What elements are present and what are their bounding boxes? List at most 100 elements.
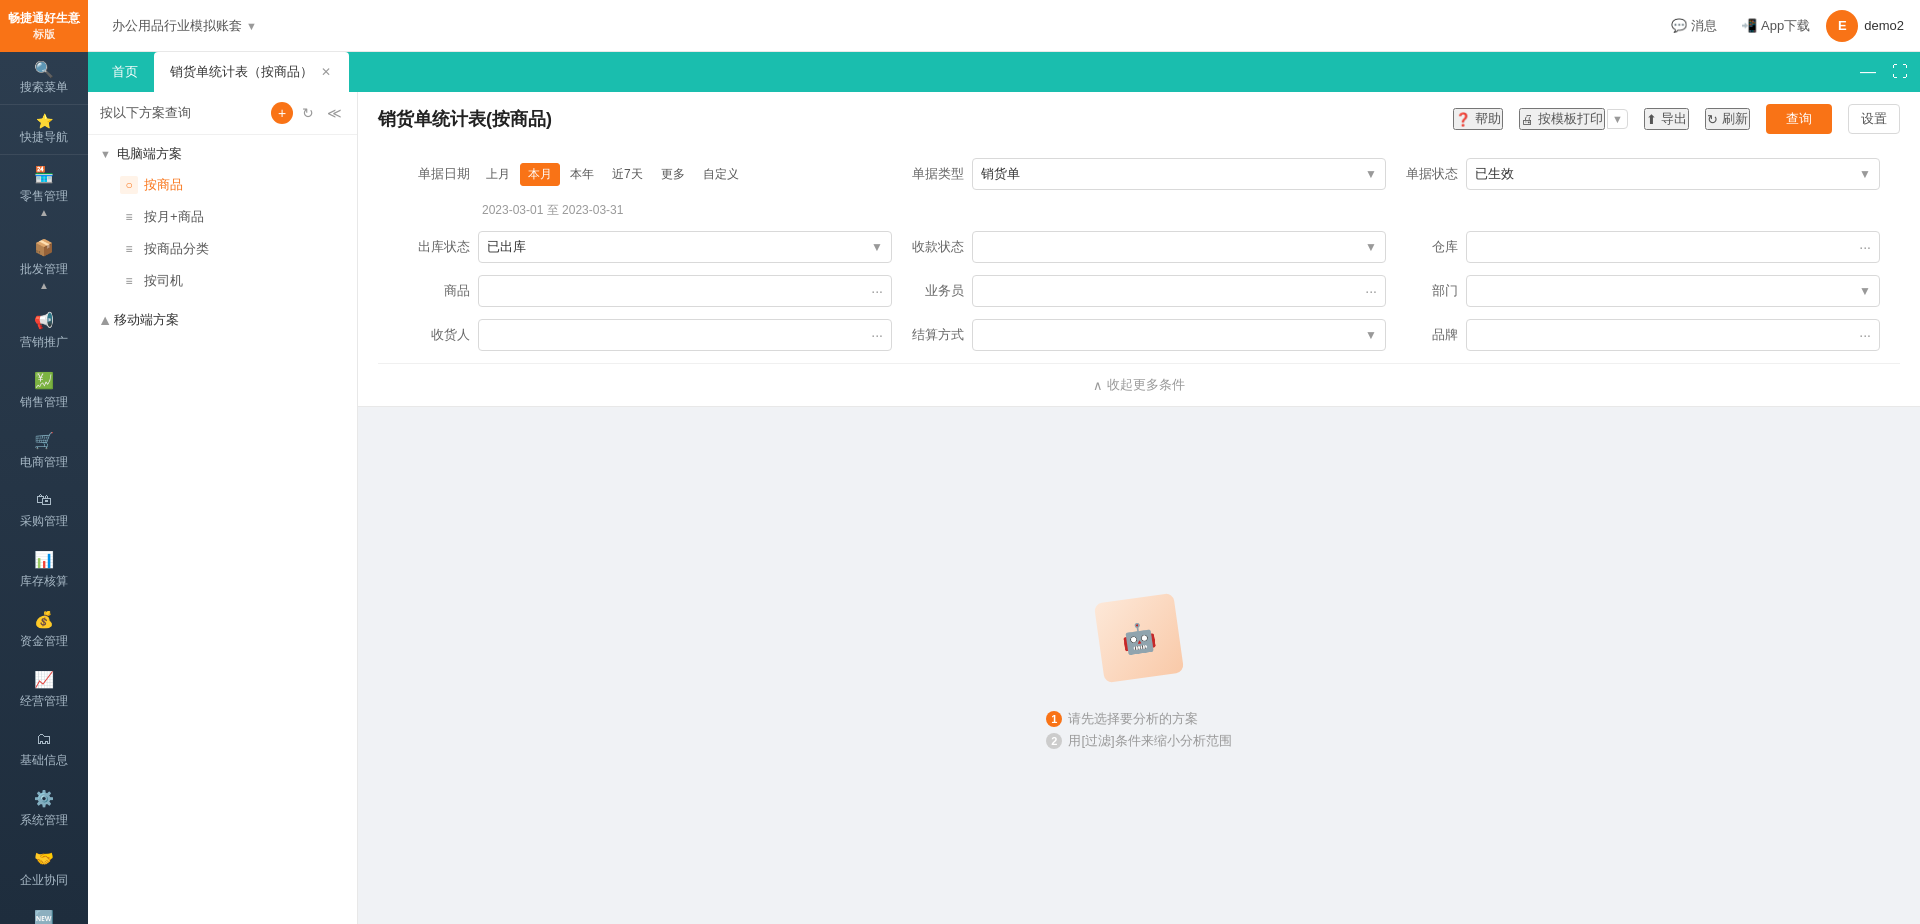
- retail-label: 零售管理: [20, 188, 68, 205]
- sidebar-item-inventory[interactable]: 📊 库存核算: [0, 540, 88, 600]
- retail-icon: 🏪: [34, 165, 54, 184]
- logo-line2: 标版: [8, 27, 80, 41]
- sidebar-logo: 畅捷通好生意 标版: [0, 0, 88, 52]
- filter-warehouse-col: 仓库 ···: [1386, 231, 1880, 263]
- export-icon: ⬆: [1646, 112, 1657, 127]
- filter-payment-col: 结算方式 ▼: [892, 319, 1386, 351]
- filter-out-status-control: 已出库 ▼: [478, 231, 892, 263]
- date-btn-custom[interactable]: 自定义: [695, 163, 747, 186]
- receive-status-arrow-icon: ▼: [1365, 240, 1377, 254]
- user-menu[interactable]: E demo2: [1826, 10, 1904, 42]
- message-icon: 💬: [1671, 18, 1687, 33]
- sidebar-item-wholesale[interactable]: 📦 批发管理 ▲: [0, 228, 88, 301]
- inventory-label: 库存核算: [20, 573, 68, 590]
- enterprise-icon: 🤝: [34, 849, 54, 868]
- sidebar-item-enterprise[interactable]: 🤝 企业协同: [0, 839, 88, 899]
- refresh-icon: ↻: [1707, 112, 1718, 127]
- date-btn-7days[interactable]: 近7天: [604, 163, 651, 186]
- sidebar-item-operation[interactable]: 📈 经营管理: [0, 660, 88, 720]
- payment-select[interactable]: ▼: [972, 319, 1386, 351]
- print-btn[interactable]: 🖨 按模板打印: [1519, 108, 1605, 130]
- topbar: 办公用品行业模拟账套 ▼ 💬 消息 📲 App下载 E demo2: [88, 0, 1920, 52]
- dept-select[interactable]: ▼: [1466, 275, 1880, 307]
- goods-more-icon[interactable]: ···: [871, 283, 883, 299]
- sidebar-item-sales[interactable]: 💹 销售管理: [0, 361, 88, 421]
- print-dropdown-icon[interactable]: ▼: [1607, 109, 1628, 129]
- receive-status-label: 收款状态: [892, 238, 972, 256]
- export-btn[interactable]: ⬆ 导出: [1644, 108, 1689, 130]
- message-action[interactable]: 💬 消息: [1663, 13, 1725, 39]
- print-icon: 🖨: [1521, 112, 1534, 127]
- refresh-scheme-btn[interactable]: ↻: [297, 102, 319, 124]
- page-actions: ❓ 帮助 🖨 按模板打印 ▼ ⬆ 导出: [1453, 104, 1900, 134]
- sidebar-quick-nav[interactable]: ⭐ 快捷导航: [0, 105, 88, 155]
- doc-type-select[interactable]: 销货单 ▼: [972, 158, 1386, 190]
- add-scheme-btn[interactable]: +: [271, 102, 293, 124]
- goods-input[interactable]: ···: [478, 275, 892, 307]
- purchase-label: 采购管理: [20, 513, 68, 530]
- warehouse-more-icon[interactable]: ···: [1859, 239, 1871, 255]
- data-area: 1 请先选择要分析的方案 2 用[过滤]条件来缩小分析范围: [358, 407, 1920, 924]
- app-download-action[interactable]: 📲 App下载: [1733, 13, 1818, 39]
- tab-maximize-btn[interactable]: ⛶: [1888, 59, 1912, 85]
- left-panel-actions: + ↻ ≪: [271, 102, 345, 124]
- dept-arrow-icon: ▼: [1859, 284, 1871, 298]
- date-btn-this-month[interactable]: 本月: [520, 163, 560, 186]
- filter-out-status-col: 出库状态 已出库 ▼: [398, 231, 892, 263]
- tab-home[interactable]: 首页: [96, 52, 154, 92]
- by-goods-category-label: 按商品分类: [144, 240, 209, 258]
- settings-btn[interactable]: 设置: [1848, 104, 1900, 134]
- sidebar-item-guide[interactable]: 🆕 新手引导: [0, 899, 88, 924]
- filter-payment-control: ▼: [972, 319, 1386, 351]
- logo-line1: 畅捷通好生意: [8, 11, 80, 27]
- sidebar-search[interactable]: 🔍 搜索菜单: [0, 52, 88, 105]
- scheme-item-by-machine[interactable]: ≡ 按司机: [88, 265, 357, 297]
- filter-goods-control: ···: [478, 275, 892, 307]
- receiver-input[interactable]: ···: [478, 319, 892, 351]
- sidebar-item-basic[interactable]: 🗂 基础信息: [0, 720, 88, 779]
- industry-selector[interactable]: 办公用品行业模拟账套 ▼: [104, 13, 265, 39]
- message-label: 消息: [1691, 17, 1717, 35]
- warehouse-input[interactable]: ···: [1466, 231, 1880, 263]
- sidebar-item-ecommerce[interactable]: 🛒 电商管理: [0, 421, 88, 481]
- by-goods-icon: ○: [120, 176, 138, 194]
- doc-type-value: 销货单: [981, 165, 1359, 183]
- tab-sales-stats[interactable]: 销货单统计表（按商品） ✕: [154, 52, 349, 92]
- sidebar-item-retail[interactable]: 🏪 零售管理 ▲: [0, 155, 88, 228]
- filter-dept-col: 部门 ▼: [1386, 275, 1880, 307]
- hint-text-2: 用[过滤]条件来缩小分析范围: [1068, 732, 1231, 750]
- scheme-mobile-category[interactable]: ▶ 移动端方案: [88, 305, 357, 335]
- salesperson-more-icon[interactable]: ···: [1365, 283, 1377, 299]
- scheme-item-by-goods-category[interactable]: ≡ 按商品分类: [88, 233, 357, 265]
- filter-doc-status-control: 已生效 ▼: [1466, 158, 1880, 190]
- scheme-item-by-month-goods[interactable]: ≡ 按月+商品: [88, 201, 357, 233]
- refresh-btn[interactable]: ↻ 刷新: [1705, 108, 1750, 130]
- tab-close-btn[interactable]: ✕: [319, 64, 333, 80]
- sidebar-item-system[interactable]: ⚙️ 系统管理: [0, 779, 88, 839]
- collapse-btn[interactable]: ∧ 收起更多条件: [1081, 372, 1197, 398]
- query-btn[interactable]: 查询: [1766, 104, 1832, 134]
- out-status-select[interactable]: 已出库 ▼: [478, 231, 892, 263]
- doc-status-select[interactable]: 已生效 ▼: [1466, 158, 1880, 190]
- help-btn[interactable]: ❓ 帮助: [1453, 108, 1503, 130]
- date-btn-more[interactable]: 更多: [653, 163, 693, 186]
- receive-status-select[interactable]: ▼: [972, 231, 1386, 263]
- date-btn-last-month[interactable]: 上月: [478, 163, 518, 186]
- collapse-panel-btn[interactable]: ≪: [323, 102, 345, 124]
- scheme-item-by-goods[interactable]: ○ 按商品: [88, 169, 357, 201]
- scheme-pc-category[interactable]: ▼ 电脑端方案: [88, 139, 357, 169]
- sidebar-item-purchase[interactable]: 🛍 采购管理: [0, 481, 88, 540]
- brand-input[interactable]: ···: [1466, 319, 1880, 351]
- brand-more-icon[interactable]: ···: [1859, 327, 1871, 343]
- sidebar-item-finance[interactable]: 💰 资金管理: [0, 600, 88, 660]
- filter-row-3: 商品 ··· 业务员: [398, 275, 1880, 307]
- tab-minimize-btn[interactable]: —: [1856, 59, 1880, 85]
- filter-doc-type-control: 销货单 ▼: [972, 158, 1386, 190]
- hint-num-1: 1: [1046, 711, 1062, 727]
- filter-doc-status-col: 单据状态 已生效 ▼: [1386, 158, 1880, 190]
- collapse-row: ∧ 收起更多条件: [378, 363, 1900, 406]
- sidebar-item-marketing[interactable]: 📢 营销推广: [0, 301, 88, 361]
- salesperson-input[interactable]: ···: [972, 275, 1386, 307]
- receiver-more-icon[interactable]: ···: [871, 327, 883, 343]
- date-btn-this-year[interactable]: 本年: [562, 163, 602, 186]
